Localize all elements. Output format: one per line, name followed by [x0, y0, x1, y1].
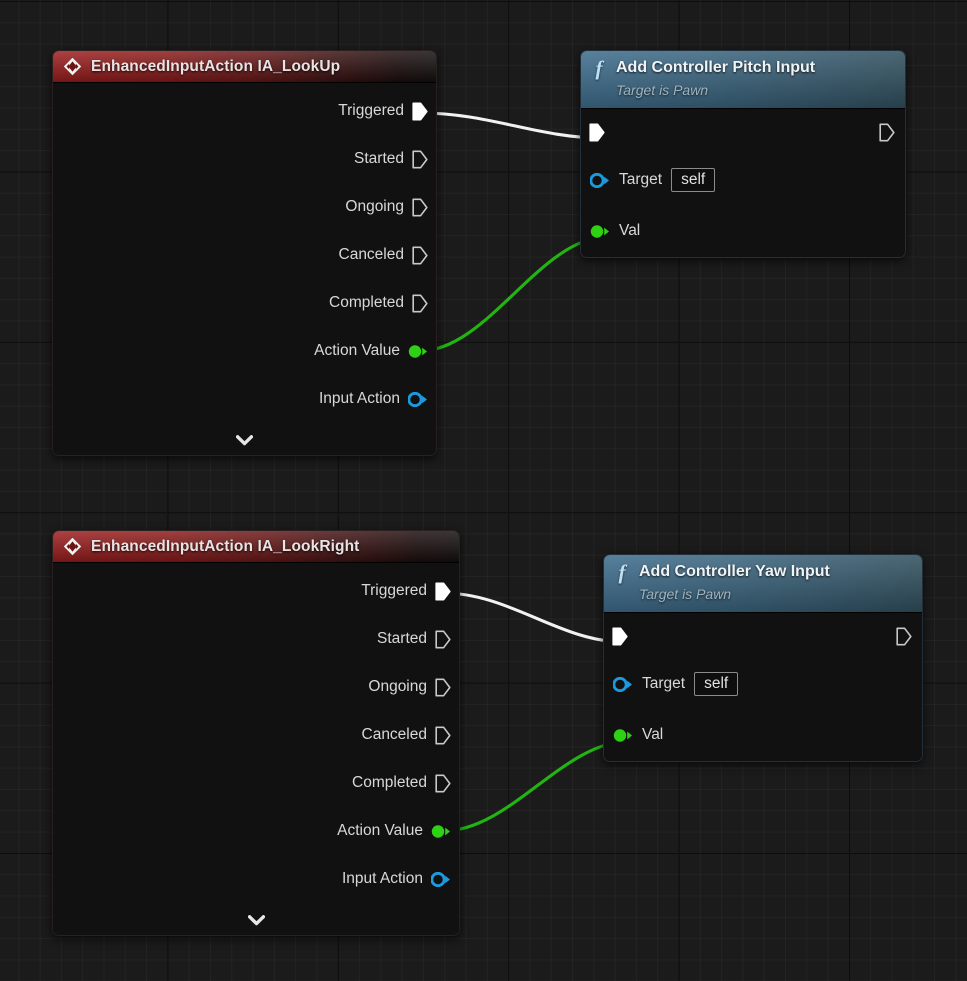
pin-row-completed[interactable]: Completed	[53, 759, 459, 807]
target-value-field[interactable]: self	[694, 671, 739, 697]
function-input-label-target: Target	[619, 171, 663, 188]
function-f-icon: f	[618, 559, 626, 584]
pin-row-started[interactable]: Started	[53, 135, 436, 183]
pin-row-completed[interactable]: Completed	[53, 279, 436, 327]
chevron-down-icon	[247, 913, 265, 925]
function-node-body: Target self Val	[581, 109, 905, 257]
pin-row-ongoing[interactable]: Ongoing	[53, 663, 459, 711]
exec-pin-out[interactable]	[896, 627, 912, 646]
pin-row-canceled[interactable]: Canceled	[53, 711, 459, 759]
blueprint-graph-canvas[interactable]: EnhancedInputAction IA_LookUp Triggered …	[0, 0, 967, 981]
pin-row-started[interactable]: Started	[53, 615, 459, 663]
event-node-pin-list: Triggered Started Ongoing Canceled Compl…	[53, 83, 436, 455]
event-node-pin-list: Triggered Started Ongoing Canceled Compl…	[53, 563, 459, 935]
function-node-header[interactable]: f Add Controller Pitch Input Target is P…	[581, 51, 905, 109]
exec-pin-in[interactable]	[612, 627, 628, 646]
chevron-down-icon	[235, 433, 254, 445]
data-pin-input-action[interactable]	[431, 871, 451, 887]
pin-label-triggered: Triggered	[338, 102, 404, 119]
node-function-add-controller-yaw-input[interactable]: f Add Controller Yaw Input Target is Paw…	[603, 554, 923, 762]
event-node-expander[interactable]	[53, 903, 459, 933]
data-pin-target[interactable]	[590, 172, 610, 188]
pin-label-action-value: Action Value	[314, 342, 400, 359]
pin-row-canceled[interactable]: Canceled	[53, 231, 436, 279]
exec-pin-in[interactable]	[589, 123, 605, 142]
function-input-label-val: Val	[619, 222, 641, 239]
data-pin-target[interactable]	[613, 676, 633, 692]
event-diamond-icon	[63, 537, 82, 556]
function-exec-row	[581, 109, 905, 155]
pin-label-completed: Completed	[329, 294, 404, 311]
pin-label-started: Started	[354, 150, 404, 167]
pin-label-input-action: Input Action	[318, 390, 400, 407]
event-node-title: EnhancedInputAction IA_LookRight	[91, 537, 360, 555]
exec-pin-started[interactable]	[435, 630, 451, 649]
function-node-header[interactable]: f Add Controller Yaw Input Target is Paw…	[604, 555, 922, 613]
node-function-add-controller-pitch-input[interactable]: f Add Controller Pitch Input Target is P…	[580, 50, 906, 258]
exec-pin-triggered[interactable]	[412, 102, 428, 121]
exec-pin-started[interactable]	[412, 150, 428, 169]
data-pin-action-value[interactable]	[431, 824, 451, 839]
function-node-subtitle: Target is Pawn	[616, 82, 709, 98]
wire-data-actionvalue-to-val	[418, 235, 608, 353]
wire-exec-lookup-to-pitch	[419, 111, 604, 140]
function-input-row-val: Val	[581, 205, 905, 257]
pin-row-triggered[interactable]: Triggered	[53, 567, 459, 615]
data-pin-input-action[interactable]	[408, 391, 428, 407]
pin-label-canceled: Canceled	[361, 726, 428, 743]
data-pin-action-value[interactable]	[408, 344, 428, 359]
exec-pin-canceled[interactable]	[435, 726, 451, 745]
function-node-title: Add Controller Pitch Input	[616, 59, 816, 76]
pin-label-ongoing: Ongoing	[368, 678, 427, 695]
pin-label-started: Started	[377, 630, 427, 647]
event-diamond-icon	[63, 57, 82, 76]
event-node-expander[interactable]	[53, 423, 436, 453]
pin-row-triggered[interactable]: Triggered	[53, 87, 436, 135]
event-node-title: EnhancedInputAction IA_LookUp	[91, 57, 341, 75]
pin-label-input-action: Input Action	[341, 870, 423, 887]
function-exec-row	[604, 613, 922, 659]
function-node-title: Add Controller Yaw Input	[639, 563, 830, 580]
exec-pin-completed[interactable]	[412, 294, 428, 313]
node-event-ia-lookright[interactable]: EnhancedInputAction IA_LookRight Trigger…	[52, 530, 460, 936]
pin-label-completed: Completed	[352, 774, 427, 791]
data-pin-val[interactable]	[590, 224, 610, 239]
node-event-ia-lookup[interactable]: EnhancedInputAction IA_LookUp Triggered …	[52, 50, 437, 456]
exec-pin-canceled[interactable]	[412, 246, 428, 265]
pin-row-action-value[interactable]: Action Value	[53, 807, 459, 855]
exec-pin-triggered[interactable]	[435, 582, 451, 601]
function-f-icon: f	[595, 55, 603, 80]
exec-pin-out[interactable]	[879, 123, 895, 142]
exec-pin-completed[interactable]	[435, 774, 451, 793]
exec-pin-ongoing[interactable]	[412, 198, 428, 217]
function-input-label-val: Val	[642, 726, 664, 743]
exec-pin-ongoing[interactable]	[435, 678, 451, 697]
data-pin-val[interactable]	[613, 728, 633, 743]
function-input-row-target: Target self	[581, 155, 905, 205]
pin-row-input-action[interactable]: Input Action	[53, 855, 459, 903]
pin-label-triggered: Triggered	[361, 582, 427, 599]
wire-data-actionvalue2-to-val2	[441, 739, 631, 833]
pin-row-ongoing[interactable]: Ongoing	[53, 183, 436, 231]
pin-label-canceled: Canceled	[338, 246, 405, 263]
pin-row-action-value[interactable]: Action Value	[53, 327, 436, 375]
function-node-body: Target self Val	[604, 613, 922, 761]
pin-label-ongoing: Ongoing	[345, 198, 404, 215]
event-node-header[interactable]: EnhancedInputAction IA_LookRight	[53, 531, 459, 563]
pin-label-action-value: Action Value	[337, 822, 423, 839]
function-node-subtitle: Target is Pawn	[639, 586, 732, 602]
target-value-field[interactable]: self	[671, 167, 716, 193]
event-node-header[interactable]: EnhancedInputAction IA_LookUp	[53, 51, 436, 83]
function-input-label-target: Target	[642, 675, 686, 692]
wire-exec-lookright-to-yaw	[441, 591, 626, 644]
pin-row-input-action[interactable]: Input Action	[53, 375, 436, 423]
function-input-row-target: Target self	[604, 659, 922, 709]
function-input-row-val: Val	[604, 709, 922, 761]
